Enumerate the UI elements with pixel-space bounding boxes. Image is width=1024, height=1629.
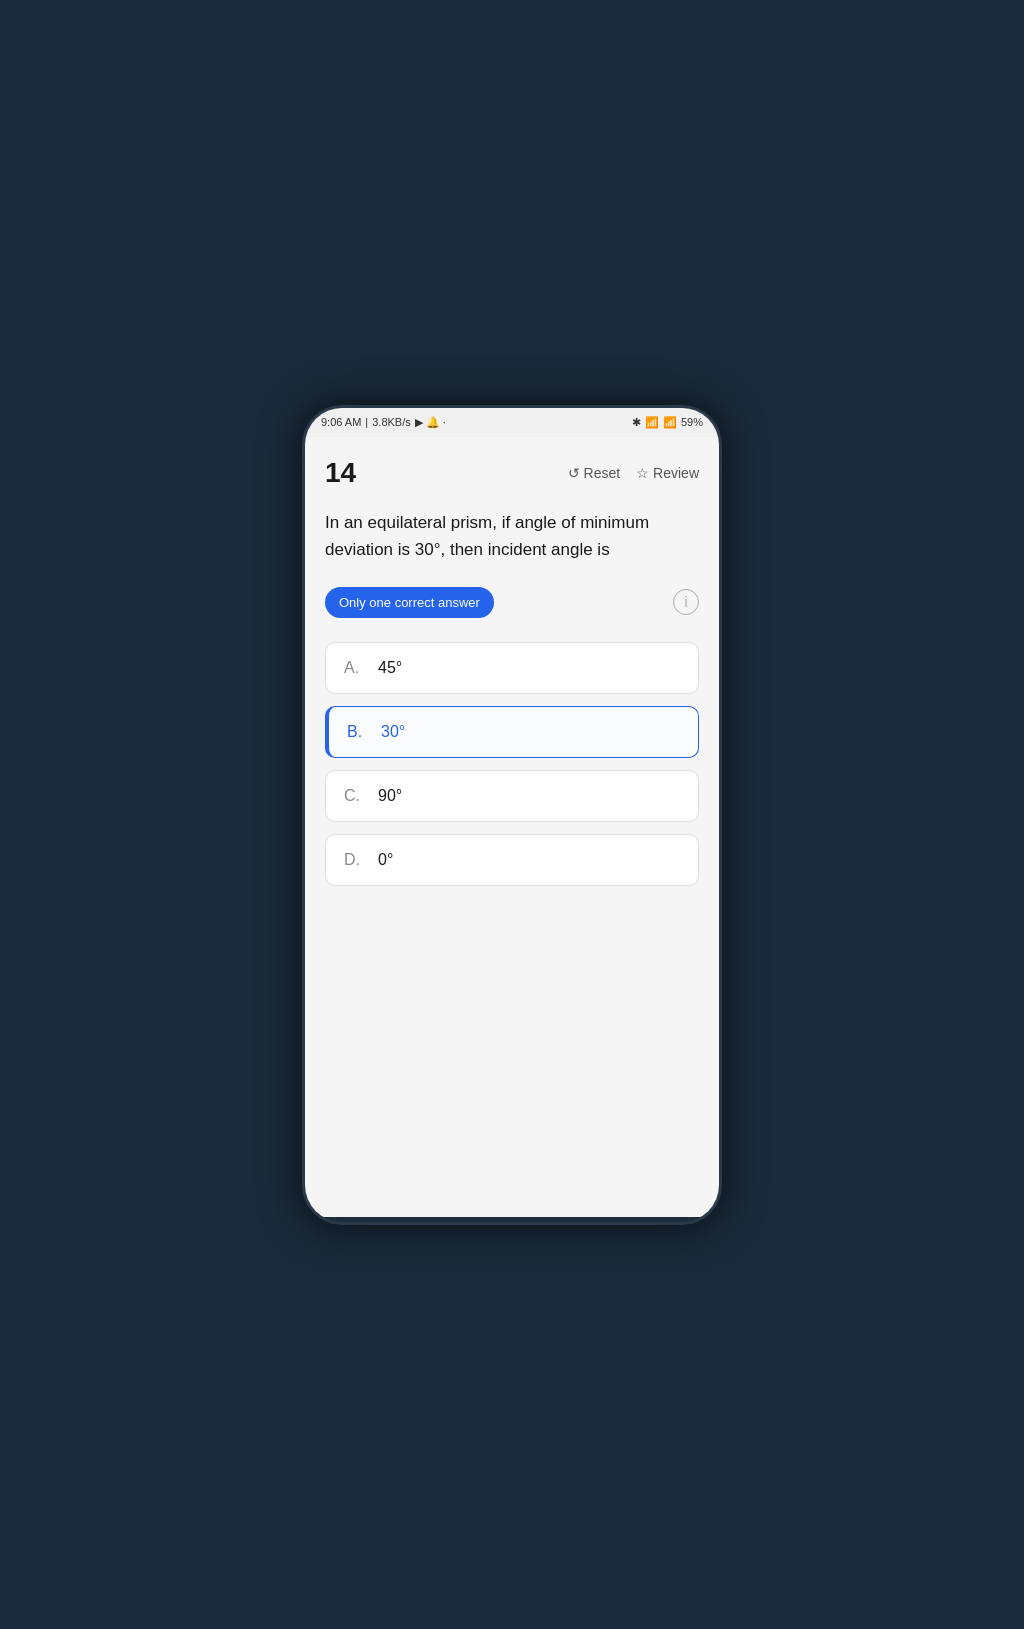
option-d-label: D. bbox=[344, 851, 364, 869]
answer-type-badge: Only one correct answer bbox=[325, 587, 494, 618]
wifi-icon: 📶 bbox=[645, 416, 659, 429]
screen-content: 14 ↺ Reset ☆ Review In an equilateral pr… bbox=[305, 437, 719, 1197]
option-a-text: 45° bbox=[378, 659, 402, 677]
question-text: In an equilateral prism, if angle of min… bbox=[325, 509, 699, 563]
option-c[interactable]: C. 90° bbox=[325, 770, 699, 822]
options-list: A. 45° B. 30° C. 90° D. 0° bbox=[325, 642, 699, 886]
phone-bottom bbox=[305, 1197, 719, 1217]
option-c-label: C. bbox=[344, 787, 364, 805]
speed-display: | bbox=[365, 416, 368, 428]
option-a[interactable]: A. 45° bbox=[325, 642, 699, 694]
status-left: 9:06 AM | 3.8KB/s ▶ 🔔 · bbox=[321, 416, 446, 429]
question-header: 14 ↺ Reset ☆ Review bbox=[325, 457, 699, 489]
signal-icon: 📶 bbox=[663, 416, 677, 429]
option-d-text: 0° bbox=[378, 851, 393, 869]
notification-icon: ▶ 🔔 · bbox=[415, 416, 446, 429]
phone-frame: 9:06 AM | 3.8KB/s ▶ 🔔 · ✱ 📶 📶 59% 14 ↺ R… bbox=[302, 405, 722, 1225]
option-b-label: B. bbox=[347, 723, 367, 741]
data-speed: 3.8KB/s bbox=[372, 416, 411, 428]
status-bar: 9:06 AM | 3.8KB/s ▶ 🔔 · ✱ 📶 📶 59% bbox=[305, 408, 719, 437]
time-display: 9:06 AM bbox=[321, 416, 361, 428]
bluetooth-icon: ✱ bbox=[632, 416, 641, 429]
option-d[interactable]: D. 0° bbox=[325, 834, 699, 886]
option-b-text: 30° bbox=[381, 723, 405, 741]
status-right: ✱ 📶 📶 59% bbox=[632, 416, 703, 429]
battery-percent: 59% bbox=[681, 416, 703, 428]
reset-button[interactable]: ↺ Reset bbox=[568, 465, 621, 481]
answer-type-row: Only one correct answer i bbox=[325, 587, 699, 618]
option-b[interactable]: B. 30° bbox=[325, 706, 699, 758]
reset-icon: ↺ bbox=[568, 465, 580, 481]
option-c-text: 90° bbox=[378, 787, 402, 805]
review-label: Review bbox=[653, 465, 699, 481]
review-button[interactable]: ☆ Review bbox=[636, 465, 699, 481]
star-icon: ☆ bbox=[636, 465, 649, 481]
header-actions: ↺ Reset ☆ Review bbox=[568, 465, 699, 481]
reset-label: Reset bbox=[584, 465, 621, 481]
question-number: 14 bbox=[325, 457, 356, 489]
option-a-label: A. bbox=[344, 659, 364, 677]
info-icon[interactable]: i bbox=[673, 589, 699, 615]
